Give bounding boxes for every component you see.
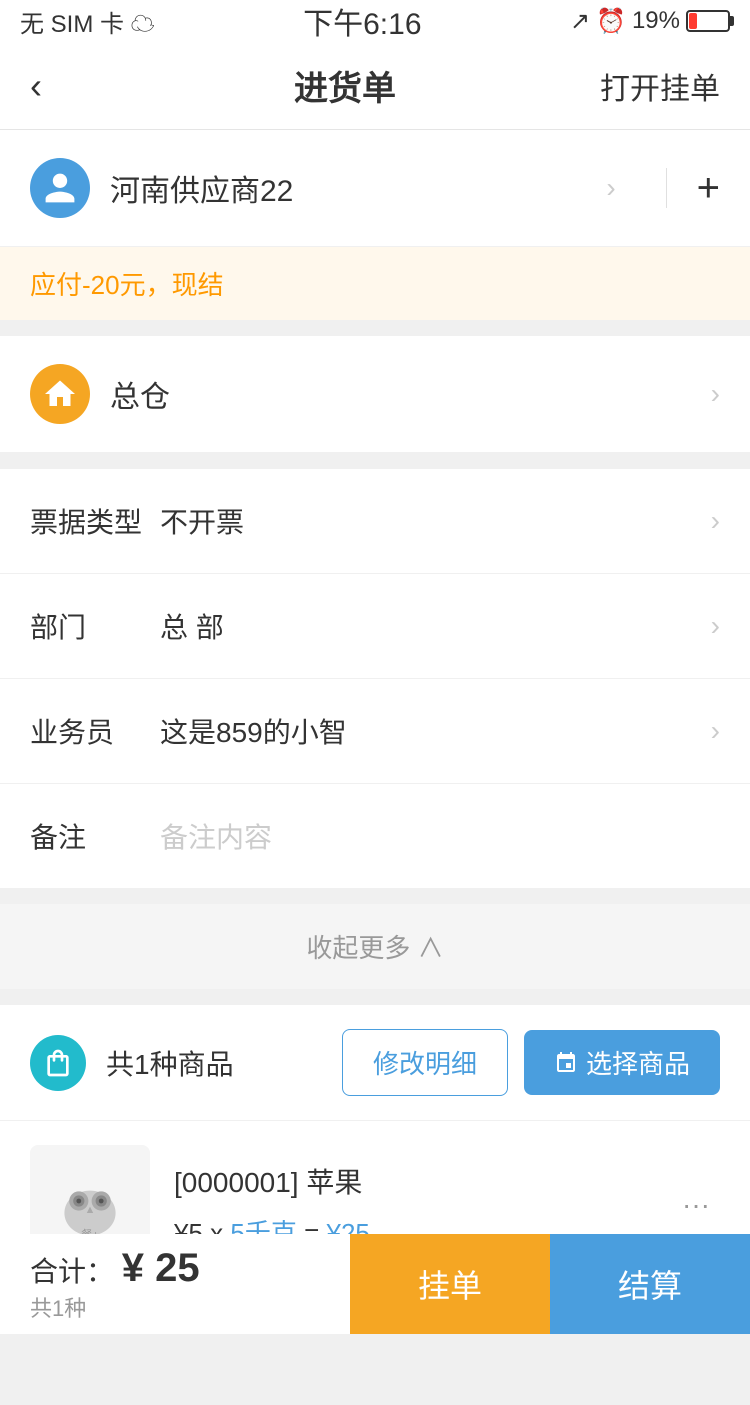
form-row-salesperson[interactable]: 业务员 这是859的小智 › [0,678,750,783]
warehouse-card[interactable]: 总仓 › [0,336,750,452]
alarm-icon: ⏰ [596,7,626,36]
nav-bar: ‹ 进货单 打开挂单 [0,42,750,130]
product-bag-icon [30,1035,86,1091]
invoice-arrow-icon: › [711,505,720,537]
warehouse-name: 总仓 [110,372,711,416]
total-section: 合计： ¥ 25 共1种 [0,1246,350,1323]
product-header: 共1种商品 修改明细 选择商品 [0,1005,750,1121]
total-row: 合计： ¥ 25 [30,1246,320,1291]
owl-placeholder-icon: 餐+ [50,1165,130,1245]
supplier-arrow-icon: › [606,172,615,204]
note-placeholder: 备注内容 [160,816,720,856]
invoice-value: 不开票 [160,501,711,541]
collapse-row[interactable]: 收起更多 ∧ [0,904,750,989]
shopping-bag-icon [42,1047,74,1079]
supplier-name: 河南供应商22 [110,166,606,210]
supplier-avatar [30,158,90,218]
status-time: 下午6:16 [303,0,421,43]
note-label: 备注 [30,816,160,856]
battery-icon [686,10,730,32]
salesperson-value: 这是859的小智 [160,711,711,751]
add-supplier-button[interactable]: + [697,166,720,211]
person-icon [42,170,78,206]
content: 河南供应商22 › + 应付-20元，现结 总仓 › 票据类型 不开票 › 部门… [0,130,750,1405]
form-row-department[interactable]: 部门 总 部 › [0,573,750,678]
product-more-button[interactable]: ··· [672,1179,720,1231]
checkout-button[interactable]: 结算 [550,1234,750,1334]
total-amount: ¥ 25 [122,1246,200,1290]
salesperson-label: 业务员 [30,711,160,751]
form-card: 票据类型 不开票 › 部门 总 部 › 业务员 这是859的小智 › 备注 备注… [0,468,750,888]
home-icon [42,376,78,412]
select-product-label: 选择商品 [586,1044,690,1081]
location-icon: ↗ [570,7,590,36]
department-label: 部门 [30,606,160,646]
form-row-note[interactable]: 备注 备注内容 [0,783,750,888]
open-pending-button[interactable]: 打开挂单 [600,64,720,108]
product-name: [0000001] 苹果 [174,1161,672,1201]
product-count-label: 共1种商品 [106,1043,342,1083]
status-right: ↗ ⏰ 19% [570,7,730,36]
cart-icon [554,1051,578,1075]
invoice-label: 票据类型 [30,501,160,541]
warehouse-arrow-icon: › [711,378,720,410]
status-left: 无 SIM 卡 ☁ [20,4,155,39]
bottom-bar: 合计： ¥ 25 共1种 挂单 结算 [0,1234,750,1334]
form-row-invoice[interactable]: 票据类型 不开票 › [0,468,750,573]
info-banner: 应付-20元，现结 [0,247,750,320]
supplier-card: 河南供应商22 › + 应付-20元，现结 [0,130,750,320]
status-bar: 无 SIM 卡 ☁ 下午6:16 ↗ ⏰ 19% [0,0,750,42]
edit-detail-button[interactable]: 修改明细 [342,1029,508,1096]
salesperson-arrow-icon: › [711,715,720,747]
divider [666,168,667,208]
battery-percent: 19% [632,7,680,35]
sim-signal: 无 SIM 卡 ☁ [20,4,155,39]
warehouse-row[interactable]: 总仓 › [0,336,750,452]
back-button[interactable]: ‹ [30,65,90,107]
supplier-row[interactable]: 河南供应商22 › + [0,130,750,247]
total-count: 共1种 [30,1291,320,1323]
warehouse-avatar [30,364,90,424]
total-label: 合计： [30,1256,114,1287]
department-value: 总 部 [160,606,711,646]
select-product-button[interactable]: 选择商品 [524,1030,720,1095]
hang-order-button[interactable]: 挂单 [350,1234,550,1334]
page-title: 进货单 [294,61,396,110]
department-arrow-icon: › [711,610,720,642]
